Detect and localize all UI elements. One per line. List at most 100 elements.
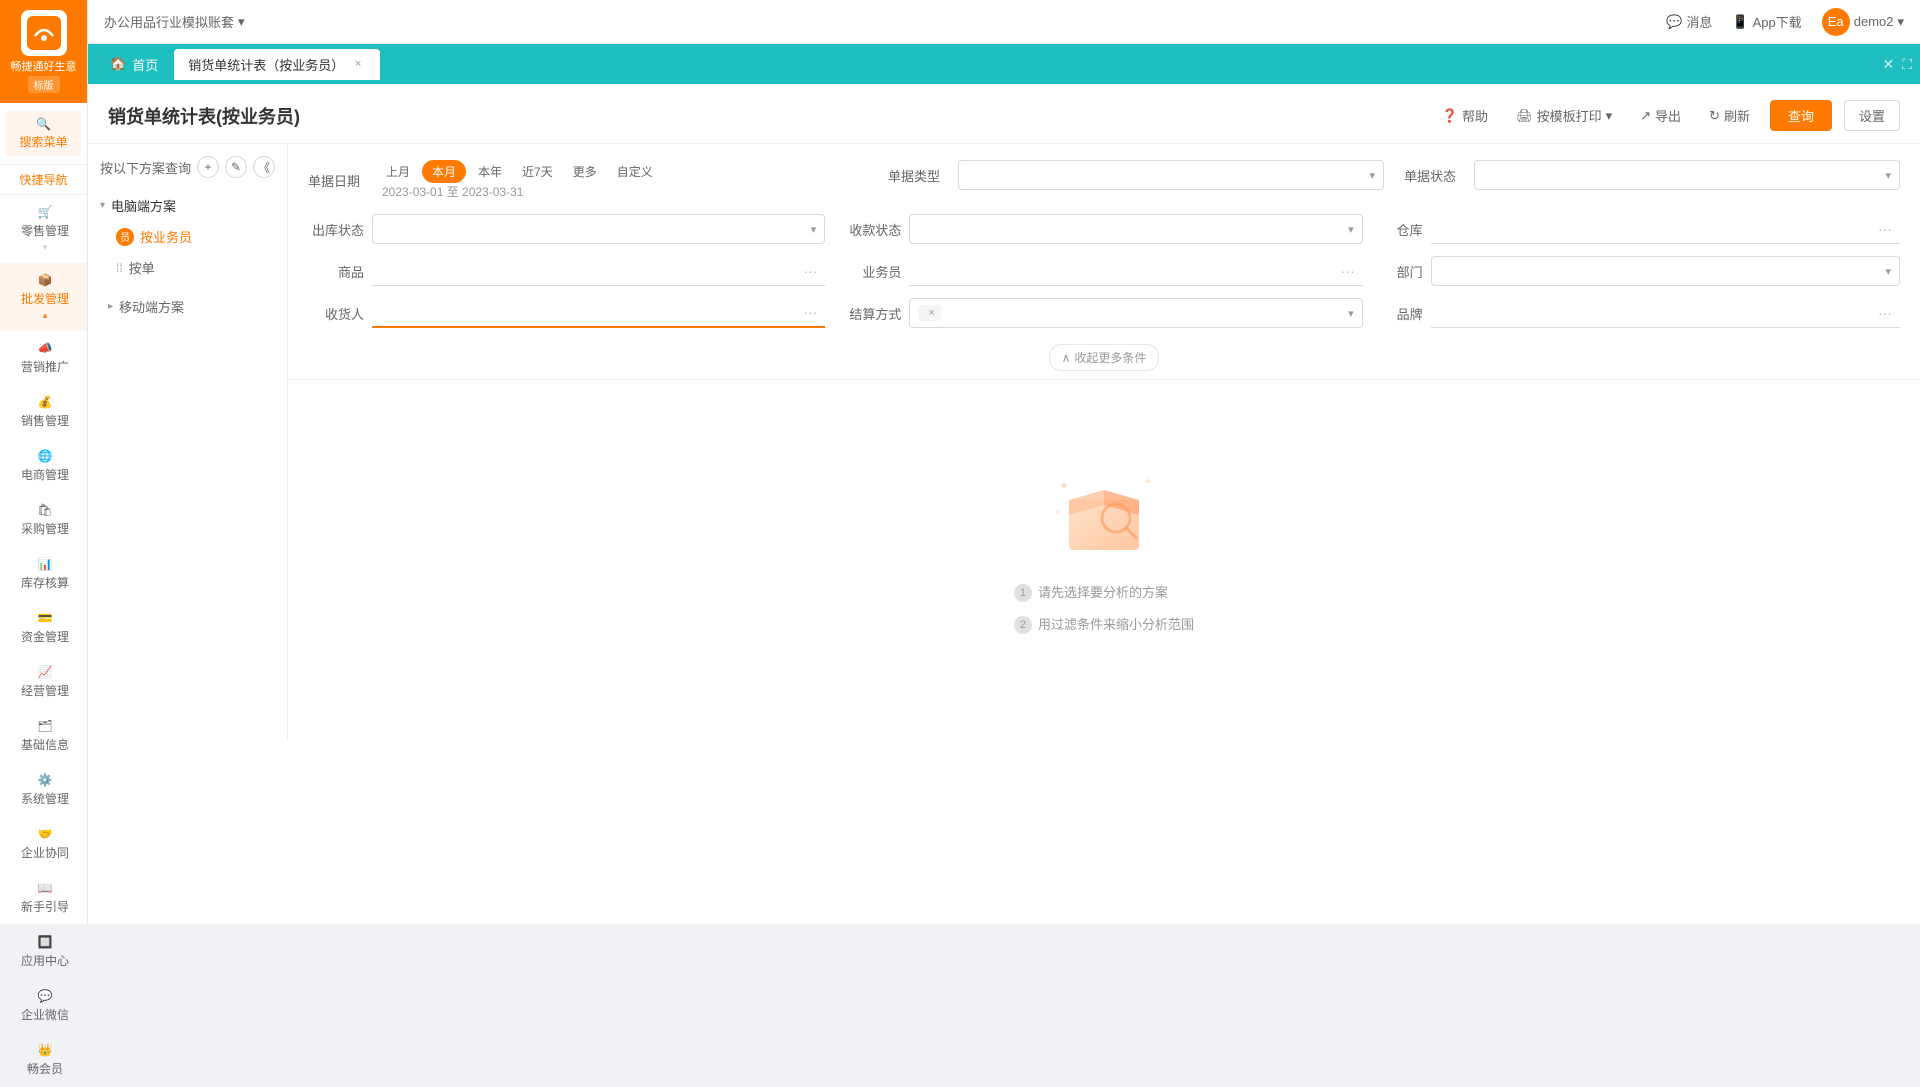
help-icon: ❓ — [1442, 108, 1458, 124]
sidebar-item-sales[interactable]: 💰 销售管理 — [0, 385, 87, 439]
warehouse-dots-icon: ··· — [1878, 221, 1892, 237]
date-tab-this-month[interactable]: 本月 — [422, 160, 466, 183]
sidebar-item-operations[interactable]: 📈 经营管理 — [0, 655, 87, 709]
system-label: 系统管理 — [21, 790, 69, 807]
date-tab-more[interactable]: 更多 — [565, 160, 605, 183]
date-filter-label: 单据日期 — [308, 171, 378, 190]
query-button[interactable]: 查询 — [1770, 100, 1832, 131]
date-tab-this-year[interactable]: 本年 — [470, 160, 510, 183]
retail-label: 零售管理 — [21, 222, 69, 239]
add-plan-button[interactable]: + — [197, 156, 219, 178]
collapse-panel-button[interactable]: 《 — [253, 156, 275, 178]
wechat-label: 企业微信 — [21, 1006, 69, 1023]
doc-status-select[interactable]: ▾ — [1474, 160, 1900, 190]
user-profile[interactable]: Ea demo2 ▾ — [1822, 8, 1904, 36]
close-all-tabs-button[interactable]: ✕ — [1882, 56, 1894, 73]
basic-label: 基础信息 — [21, 736, 69, 753]
sidebar-item-finance[interactable]: 💳 资金管理 — [0, 601, 87, 655]
sidebar-item-ecommerce[interactable]: 🌐 电商管理 — [0, 439, 87, 493]
fullscreen-button[interactable]: ⛶ — [1902, 56, 1912, 73]
main-area: 办公用品行业模拟账套 ▾ 💬 消息 📱 App下载 Ea demo2 ▾ — [88, 0, 1920, 924]
goods-label: 商品 — [308, 262, 364, 281]
sidebar-item-apps[interactable]: 🔲 应用中心 — [0, 925, 87, 979]
help-button[interactable]: ❓ 帮助 — [1434, 102, 1496, 129]
doc-type-field: ▾ — [958, 160, 1384, 190]
message-label: 消息 — [1686, 12, 1712, 31]
right-content: 单据日期 上月 本月 本年 近7天 更多 自定义 20 — [288, 144, 1920, 740]
phone-icon: 📱 — [1732, 14, 1748, 30]
app-download-button[interactable]: 📱 App下载 — [1732, 12, 1801, 31]
search-menu-label: 搜索菜单 — [19, 133, 67, 150]
collapse-section: ∧ 收起更多条件 — [308, 340, 1900, 379]
member-icon: 👑 — [38, 1043, 53, 1057]
warehouse-input[interactable]: ··· — [1431, 214, 1900, 244]
topbar-right: 💬 消息 📱 App下载 Ea demo2 ▾ — [1666, 8, 1904, 36]
mobile-group-title[interactable]: ▸ 移动端方案 — [88, 291, 287, 322]
date-tab-custom[interactable]: 自定义 — [609, 160, 661, 183]
tab-close-button[interactable]: × — [350, 56, 366, 72]
sidebar-item-member[interactable]: 👑 畅会员 — [0, 1033, 87, 1087]
ship-status-select[interactable]: ▾ — [372, 214, 825, 244]
department-label: 部门 — [1383, 262, 1423, 281]
tab-sales-stat[interactable]: 销货单统计表（按业务员） × — [174, 49, 380, 80]
plan-item-salesman[interactable]: 员 按业务员 — [88, 221, 287, 252]
sidebar-item-corp[interactable]: 🤝 企业协同 — [0, 817, 87, 871]
setting-button[interactable]: 设置 — [1844, 100, 1900, 131]
sidebar-item-system[interactable]: ⚙️ 系统管理 — [0, 763, 87, 817]
department-select[interactable]: ▾ — [1431, 256, 1900, 286]
page-inner: 销货单统计表(按业务员) ❓ 帮助 🖨 按模板打印 ▾ ↗ 导出 — [88, 84, 1920, 924]
message-button[interactable]: 💬 消息 — [1666, 12, 1712, 31]
date-tab-7days[interactable]: 近7天 — [514, 160, 561, 183]
payment-status-select[interactable]: ▾ — [909, 214, 1362, 244]
collapse-filters-button[interactable]: ∧ 收起更多条件 — [1049, 344, 1160, 371]
sidebar-item-guide[interactable]: 📖 新手引导 — [0, 871, 87, 925]
system-icon: ⚙️ — [38, 773, 53, 787]
account-dropdown[interactable]: 办公用品行业模拟账套 ▾ — [104, 12, 245, 31]
order-plan-label: 按单 — [129, 258, 155, 277]
sidebar-item-marketing[interactable]: 📣 营销推广 — [0, 331, 87, 385]
date-picker-area: 上月 本月 本年 近7天 更多 自定义 2023-03-01 至 2023-03… — [378, 160, 669, 200]
guide-label: 新手引导 — [21, 898, 69, 915]
collapse-label: 收起更多条件 — [1074, 349, 1146, 366]
empty-state: ✦ ✦ ✦ 1 请先选择要分析的方案 2 — [308, 380, 1900, 724]
desktop-group-title[interactable]: ▾ 电脑端方案 — [88, 190, 287, 221]
payment-status-label: 收款状态 — [845, 220, 901, 239]
print-label: 按模板打印 — [1537, 106, 1602, 125]
goods-input[interactable]: ··· — [372, 256, 825, 286]
page-header-actions: ❓ 帮助 🖨 按模板打印 ▾ ↗ 导出 ↻ 刷新 — [1434, 100, 1900, 131]
sidebar-item-basic[interactable]: 🗂 基础信息 — [0, 709, 87, 763]
consignee-input[interactable]: ··· — [372, 298, 825, 328]
quick-nav-section: 快捷导航 — [0, 165, 87, 195]
print-icon: 🖨 — [1516, 108, 1533, 124]
svg-text:✦: ✦ — [1144, 477, 1152, 488]
operations-icon: 📈 — [38, 665, 53, 679]
sidebar-item-wholesale[interactable]: 📦 批发管理 ▴ — [0, 263, 87, 331]
doc-type-group: 单据类型 ▾ — [888, 160, 1384, 190]
salesman-input[interactable]: ··· — [909, 256, 1362, 286]
plan-item-order[interactable]: ⁞⁞ 按单 — [88, 252, 287, 283]
tab-home[interactable]: 🏠 首页 — [96, 49, 172, 80]
goods-dots-icon: ··· — [803, 263, 817, 279]
sidebar-item-retail[interactable]: 🛒 零售管理 ▾ — [0, 195, 87, 263]
print-button[interactable]: 🖨 按模板打印 ▾ — [1508, 102, 1620, 129]
search-menu-button[interactable]: 🔍 搜索菜单 — [6, 111, 81, 156]
settlement-tag-remove-button[interactable]: × — [928, 307, 934, 319]
finance-label: 资金管理 — [21, 628, 69, 645]
export-button[interactable]: ↗ 导出 — [1632, 102, 1689, 129]
svg-text:✦: ✦ — [1059, 479, 1069, 493]
sidebar-item-wechat[interactable]: 💬 企业微信 — [0, 979, 87, 1033]
sidebar-item-purchase[interactable]: 🛍 采购管理 — [0, 493, 87, 547]
marketing-icon: 📣 — [38, 341, 53, 355]
doc-type-select[interactable]: ▾ — [958, 160, 1384, 190]
quick-nav-label[interactable]: 快捷导航 — [4, 171, 83, 188]
brand-label: 品牌 — [1383, 304, 1423, 323]
settlement-select[interactable]: × ▾ — [909, 298, 1362, 328]
edit-plan-button[interactable]: ✎ — [225, 156, 247, 178]
topbar-left: 办公用品行业模拟账套 ▾ — [104, 12, 245, 31]
date-tab-last-month[interactable]: 上月 — [378, 160, 418, 183]
sidebar-item-inventory[interactable]: 📊 库存核算 — [0, 547, 87, 601]
empty-text: 1 请先选择要分析的方案 2 用过滤条件来缩小分析范围 — [1014, 580, 1194, 644]
refresh-button[interactable]: ↻ 刷新 — [1701, 102, 1758, 129]
brand-input[interactable]: ··· — [1431, 298, 1900, 328]
empty-tip-1: 1 请先选择要分析的方案 — [1014, 580, 1194, 606]
